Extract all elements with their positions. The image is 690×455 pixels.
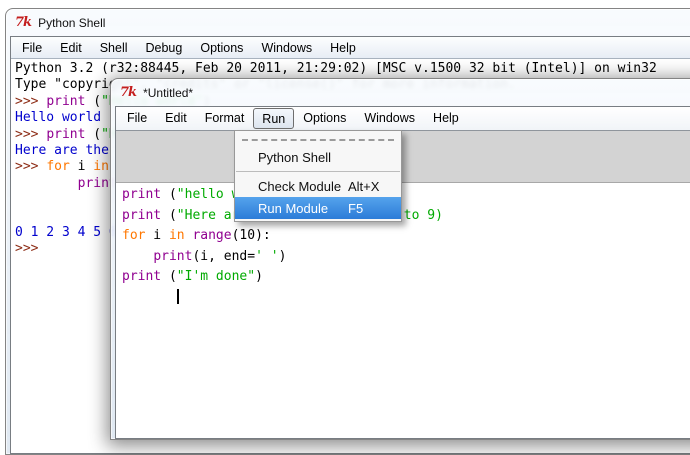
tearoff-handle[interactable]: [242, 134, 394, 141]
menu-item-run-module[interactable]: Run Module F5: [235, 197, 401, 219]
tk-icon: 7k: [15, 15, 32, 30]
code-token: (: [161, 269, 177, 285]
code-token: ): [278, 248, 287, 264]
code-line: print ("I'm done"): [122, 267, 690, 288]
code-token: print: [153, 248, 193, 264]
menu-edit[interactable]: Edit: [156, 107, 196, 130]
menu-item-label: Python Shell: [258, 149, 331, 165]
run-menu-dropdown: Python Shell Check Module Alt+X Run Module F…: [234, 130, 402, 222]
menu-file[interactable]: File: [118, 107, 156, 130]
code-token: "I'm done": [176, 269, 256, 285]
menu-windows[interactable]: Windows: [355, 107, 424, 130]
menu-shell[interactable]: Shell: [91, 37, 137, 58]
code-line: print ("Here are the numbers from 0 to 9…: [122, 206, 690, 227]
editor-client-area: File Edit Format Run Options Windows Help prin…: [115, 106, 690, 439]
menu-item-accelerator: F5: [348, 200, 364, 216]
menu-debug[interactable]: Debug: [137, 37, 192, 58]
code-token: (: [85, 93, 102, 109]
code-token: Hello world: [15, 110, 102, 126]
code-token: >>>: [15, 126, 47, 142]
text-cursor: [176, 288, 179, 304]
code-token: print: [46, 93, 86, 109]
code-token: >>>: [15, 93, 47, 109]
menu-options[interactable]: Options: [294, 107, 355, 130]
code-token: print: [46, 126, 86, 142]
editor-menubar: File Edit Format Run Options Windows Help: [116, 107, 690, 131]
editor-text-area[interactable]: print ("hello world")print ("Here are th…: [116, 183, 690, 309]
menu-file[interactable]: File: [13, 37, 51, 58]
code-line: print(i, end=' '): [122, 247, 690, 268]
code-token: ' ': [255, 248, 279, 264]
code-line: [122, 288, 690, 309]
menu-item-check-module[interactable]: Check Module Alt+X: [235, 175, 401, 197]
menu-item-python-shell[interactable]: Python Shell: [235, 146, 401, 168]
code-token: ): [255, 269, 263, 285]
menu-item-label: Check Module: [258, 178, 342, 194]
editor-titlebar[interactable]: 7k *Untitled*: [111, 79, 690, 106]
code-token: Python 3.2 (r32:88445, Feb 20 2011, 21:2…: [15, 61, 657, 76]
menu-help[interactable]: Help: [424, 107, 468, 130]
code-token: print: [122, 207, 162, 223]
code-token: print: [122, 187, 162, 202]
code-token: >>>: [15, 159, 47, 175]
editor-toolbar-band: [116, 131, 690, 183]
code-token: print: [122, 269, 162, 285]
code-token: (10):: [231, 228, 271, 244]
editor-window-title: *Untitled*: [143, 85, 194, 100]
code-token: for: [46, 159, 70, 175]
menu-edit[interactable]: Edit: [51, 37, 91, 58]
tk-icon: 7k: [120, 85, 137, 100]
shell-window-title: Python Shell: [38, 15, 106, 30]
menu-windows[interactable]: Windows: [252, 37, 321, 58]
code-token: (: [161, 187, 177, 202]
code-token: (: [161, 207, 177, 223]
shell-titlebar[interactable]: 7k Python Shell: [6, 9, 690, 36]
code-token: in: [93, 159, 109, 175]
menu-options[interactable]: Options: [191, 37, 252, 58]
code-token: i: [145, 228, 169, 244]
code-line: Python 3.2 (r32:88445, Feb 20 2011, 21:2…: [15, 61, 690, 77]
code-token: i: [69, 159, 94, 175]
code-token: for: [122, 228, 146, 244]
code-line: print ("hello world"): [122, 185, 690, 206]
code-token: in: [168, 228, 185, 244]
menu-item-label: Run Module: [258, 200, 329, 216]
menu-separator: [236, 171, 400, 172]
code-line: for i in range(10):: [122, 226, 690, 247]
menu-item-accelerator: Alt+X: [348, 178, 380, 194]
code-token: >>>: [15, 241, 39, 257]
shell-menubar: File Edit Shell Debug Options Windows Help: [11, 37, 690, 59]
menu-format[interactable]: Format: [196, 107, 254, 130]
code-token: range: [192, 228, 232, 244]
menu-run[interactable]: Run: [253, 108, 295, 129]
code-token: (: [85, 126, 102, 142]
code-token: (i, end=: [192, 248, 256, 264]
menu-help[interactable]: Help: [321, 37, 365, 58]
